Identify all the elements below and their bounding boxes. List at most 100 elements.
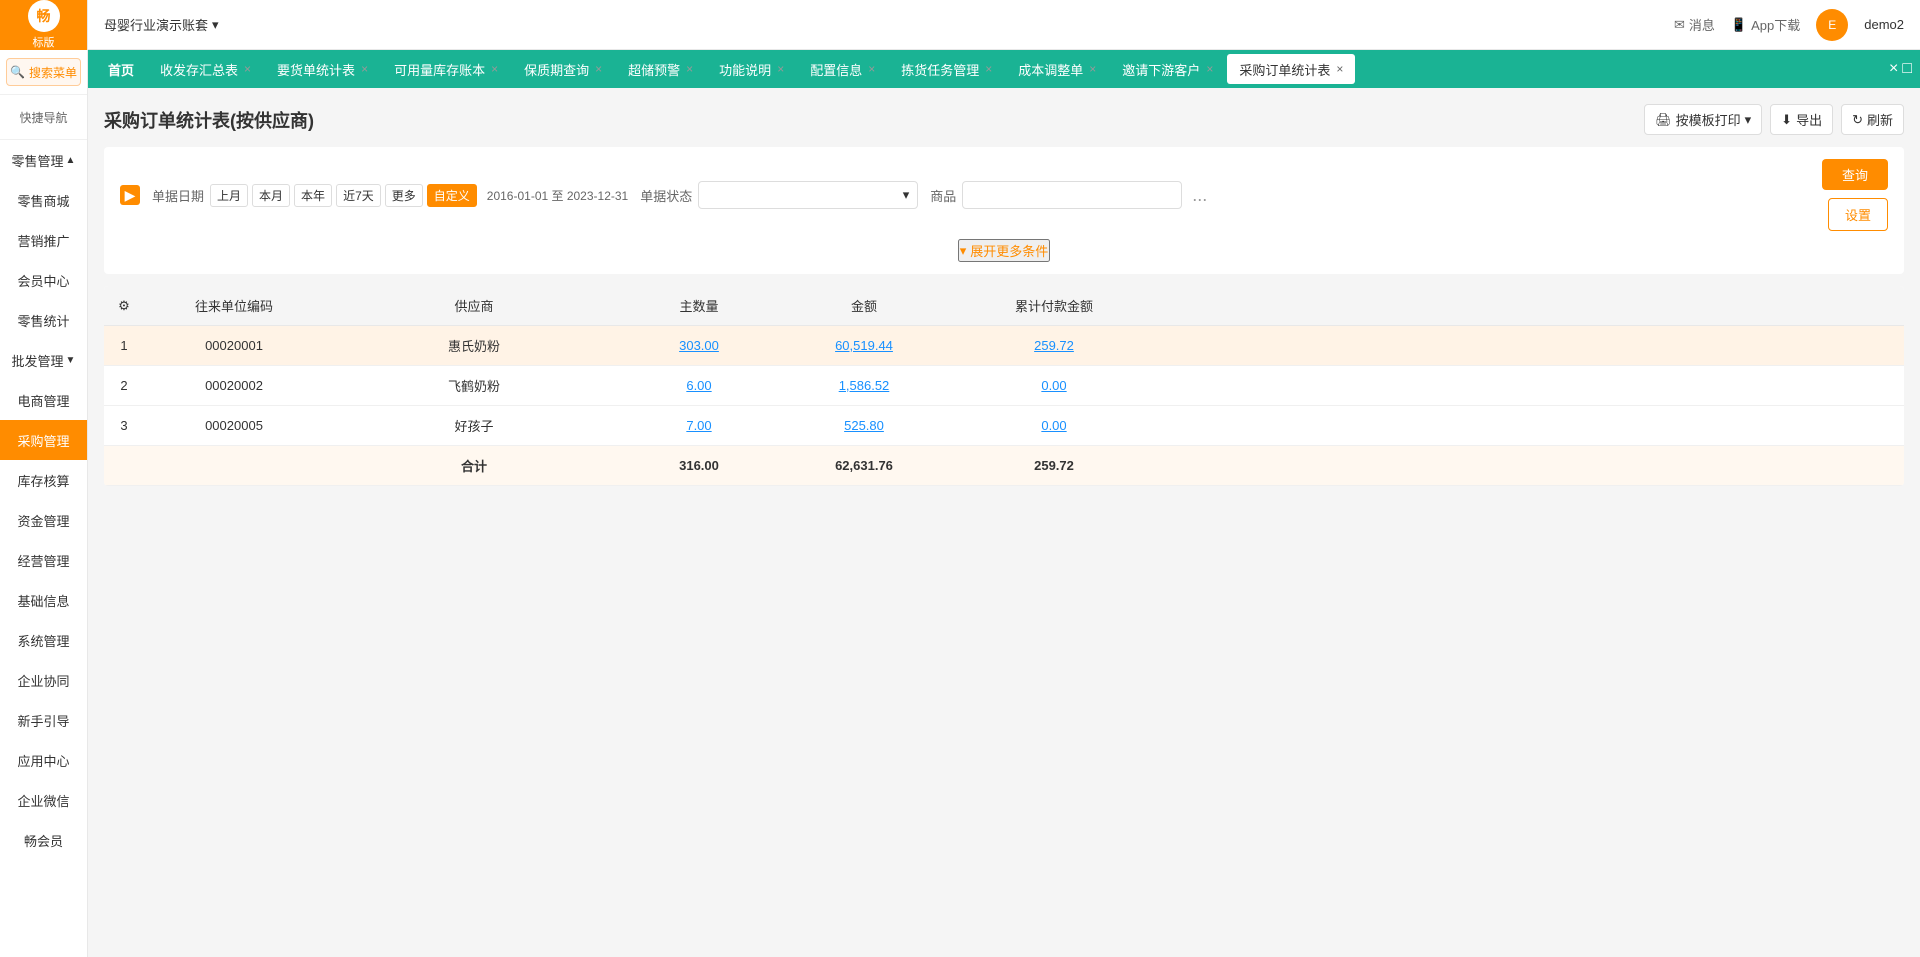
tab-cost-adjust[interactable]: 成本调整单 × [1006, 54, 1108, 84]
filter-row-main: ▶ 单据日期 上月 本月 本年 近7天 更多 自定义 2016 [120, 159, 1888, 231]
sidebar-item-marketing[interactable]: 营销推广 [0, 220, 87, 260]
search-menu-button[interactable]: 🔍 搜索菜单 [6, 58, 81, 86]
close-all-tabs-button[interactable]: × [1889, 60, 1898, 78]
expand-more-button[interactable]: ▾ 展开更多条件 [958, 239, 1051, 262]
sidebar-item-system[interactable]: 系统管理 [0, 620, 87, 660]
tab-close-icon[interactable]: × [595, 62, 602, 76]
sidebar-item-retail-shop[interactable]: 零售商城 [0, 180, 87, 220]
user-name[interactable]: demo2 [1864, 17, 1904, 32]
shortcut-more[interactable]: 更多 [385, 184, 423, 207]
custom-label: 自定义 [434, 189, 470, 203]
sidebar-item-enterprise[interactable]: 企业协同 [0, 660, 87, 700]
industry-selector[interactable]: 母婴行业演示账套 ▾ [104, 15, 219, 34]
qty-link[interactable]: 303.00 [679, 338, 719, 353]
sidebar-item-basic-info[interactable]: 基础信息 [0, 580, 87, 620]
tab-close-icon[interactable]: × [868, 62, 875, 76]
tab-available-inventory[interactable]: 可用量库存账本 × [382, 54, 510, 84]
app-download-button[interactable]: 📱 App下载 [1731, 15, 1800, 34]
tab-close-icon[interactable]: × [686, 62, 693, 76]
tab-config-info[interactable]: 配置信息 × [798, 54, 887, 84]
sidebar-item-operations[interactable]: 经营管理 [0, 540, 87, 580]
sidebar-item-new-guide[interactable]: 新手引导 [0, 700, 87, 740]
paid-link[interactable]: 259.72 [1034, 338, 1074, 353]
tab-close-icon[interactable]: × [1089, 62, 1096, 76]
sidebar-item-purchase[interactable]: 采购管理 [0, 420, 87, 460]
tab-home[interactable]: 首页 [96, 54, 146, 84]
sidebar-item-member[interactable]: 会员中心 [0, 260, 87, 300]
sidebar-item-finance[interactable]: 资金管理 [0, 500, 87, 540]
tab-close-icon[interactable]: × [1336, 62, 1343, 76]
refresh-button[interactable]: ↻ 刷新 [1841, 104, 1904, 135]
amount-link[interactable]: 525.80 [844, 418, 884, 433]
goods-input[interactable] [962, 181, 1182, 209]
sidebar-item-ecommerce[interactable]: 电商管理 [0, 380, 87, 420]
table-row[interactable]: 3 00020005 好孩子 7.00 525.80 0.00 [104, 406, 1904, 446]
shortcut-last-month[interactable]: 上月 [210, 184, 248, 207]
tab-overstock-warning[interactable]: 超储预警 × [616, 54, 705, 84]
amount-link[interactable]: 60,519.44 [835, 338, 893, 353]
tab-goods-stats[interactable]: 要货单统计表 × [265, 54, 380, 84]
tab-label: 配置信息 [810, 60, 862, 79]
user-avatar[interactable]: E [1816, 9, 1848, 41]
settings-button[interactable]: 设置 [1828, 198, 1888, 231]
tab-close-icon[interactable]: × [985, 62, 992, 76]
tab-close-icon[interactable]: × [491, 62, 498, 76]
tab-close-icon[interactable]: × [244, 62, 251, 76]
qty-link[interactable]: 7.00 [686, 418, 711, 433]
tab-purchase-stats[interactable]: 采购订单统计表 × [1227, 54, 1355, 84]
sidebar-item-inventory[interactable]: 库存核算 [0, 460, 87, 500]
amount-link[interactable]: 1,586.52 [839, 378, 890, 393]
tab-function-desc[interactable]: 功能说明 × [707, 54, 796, 84]
query-button[interactable]: 查询 [1822, 159, 1888, 190]
quick-nav-label: 快捷导航 [19, 109, 67, 126]
tab-expiry-query[interactable]: 保质期查询 × [512, 54, 614, 84]
sidebar-item-enterprise-wechat[interactable]: 企业微信 [0, 780, 87, 820]
settings-icon[interactable]: ⚙ [118, 298, 130, 313]
expand-icon[interactable]: ▶ [120, 185, 140, 205]
tab-close-icon[interactable]: × [361, 62, 368, 76]
col-supplier-header: 供应商 [324, 286, 624, 326]
filter-toggle[interactable]: ▶ [120, 185, 140, 205]
app-logo: 畅 标版 [0, 0, 87, 50]
shortcut-this-year[interactable]: 本年 [294, 184, 332, 207]
avatar-text: E [1828, 18, 1836, 32]
sidebar-item-retail[interactable]: 零售管理 ▲ [0, 140, 87, 180]
tab-close-icon[interactable]: × [777, 62, 784, 76]
topbar-right: ✉ 消息 📱 App下载 E demo2 [1674, 9, 1904, 41]
status-select[interactable]: ▾ [698, 181, 918, 209]
filter-panel: ▶ 单据日期 上月 本月 本年 近7天 更多 自定义 2016 [104, 147, 1904, 274]
quick-nav-item[interactable]: 快捷导航 [0, 101, 87, 133]
tabbar: 首页 收发存汇总表 × 要货单统计表 × 可用量库存账本 × 保质期查询 × 超… [88, 50, 1920, 88]
sidebar-item-changhui[interactable]: 畅会员 [0, 820, 87, 860]
sidebar-item-retail-stats[interactable]: 零售统计 [0, 300, 87, 340]
tab-invite-downstream[interactable]: 邀请下游客户 × [1110, 54, 1225, 84]
more-icon[interactable]: ... [1192, 185, 1207, 206]
export-button[interactable]: ⬇ 导出 [1770, 104, 1833, 135]
maximize-button[interactable]: □ [1902, 60, 1912, 78]
tab-close-icon[interactable]: × [1206, 62, 1213, 76]
paid-link[interactable]: 0.00 [1041, 418, 1066, 433]
sidebar-item-app-center[interactable]: 应用中心 [0, 740, 87, 780]
table-row[interactable]: 2 00020002 飞鹤奶粉 6.00 1,586.52 0.00 [104, 366, 1904, 406]
template-print-button[interactable]: 🖨 按模板打印 ▾ [1644, 104, 1762, 135]
qty-link[interactable]: 6.00 [686, 378, 711, 393]
date-filter: 单据日期 上月 本月 本年 近7天 更多 自定义 2016-01-01 至 20… [152, 184, 628, 207]
table-row[interactable]: 1 00020001 惠氏奶粉 303.00 60,519.44 259.72 [104, 326, 1904, 366]
refresh-label: 刷新 [1867, 110, 1893, 129]
shortcut-this-month[interactable]: 本月 [252, 184, 290, 207]
shortcut-7days[interactable]: 近7天 [336, 184, 381, 207]
row-amount: 1,586.52 [774, 366, 954, 406]
data-table-card: ⚙ 往来单位编码 供应商 主数量 金额 累计付款金额 1 00020001 [104, 286, 1904, 486]
message-button[interactable]: ✉ 消息 [1674, 15, 1715, 34]
table-footer: 合计 316.00 62,631.76 259.72 [104, 446, 1904, 486]
industry-name: 母婴行业演示账套 [104, 15, 208, 34]
tab-task-management[interactable]: 拣货任务管理 × [889, 54, 1004, 84]
topbar-left: 母婴行业演示账套 ▾ [104, 15, 219, 34]
data-table: ⚙ 往来单位编码 供应商 主数量 金额 累计付款金额 1 00020001 [104, 286, 1904, 486]
row-supplier: 飞鹤奶粉 [324, 366, 624, 406]
paid-link[interactable]: 0.00 [1041, 378, 1066, 393]
shortcut-custom[interactable]: 自定义 [427, 184, 477, 207]
col-empty-header [1154, 286, 1904, 326]
tab-receive-summary[interactable]: 收发存汇总表 × [148, 54, 263, 84]
sidebar-item-wholesale[interactable]: 批发管理 ▼ [0, 340, 87, 380]
